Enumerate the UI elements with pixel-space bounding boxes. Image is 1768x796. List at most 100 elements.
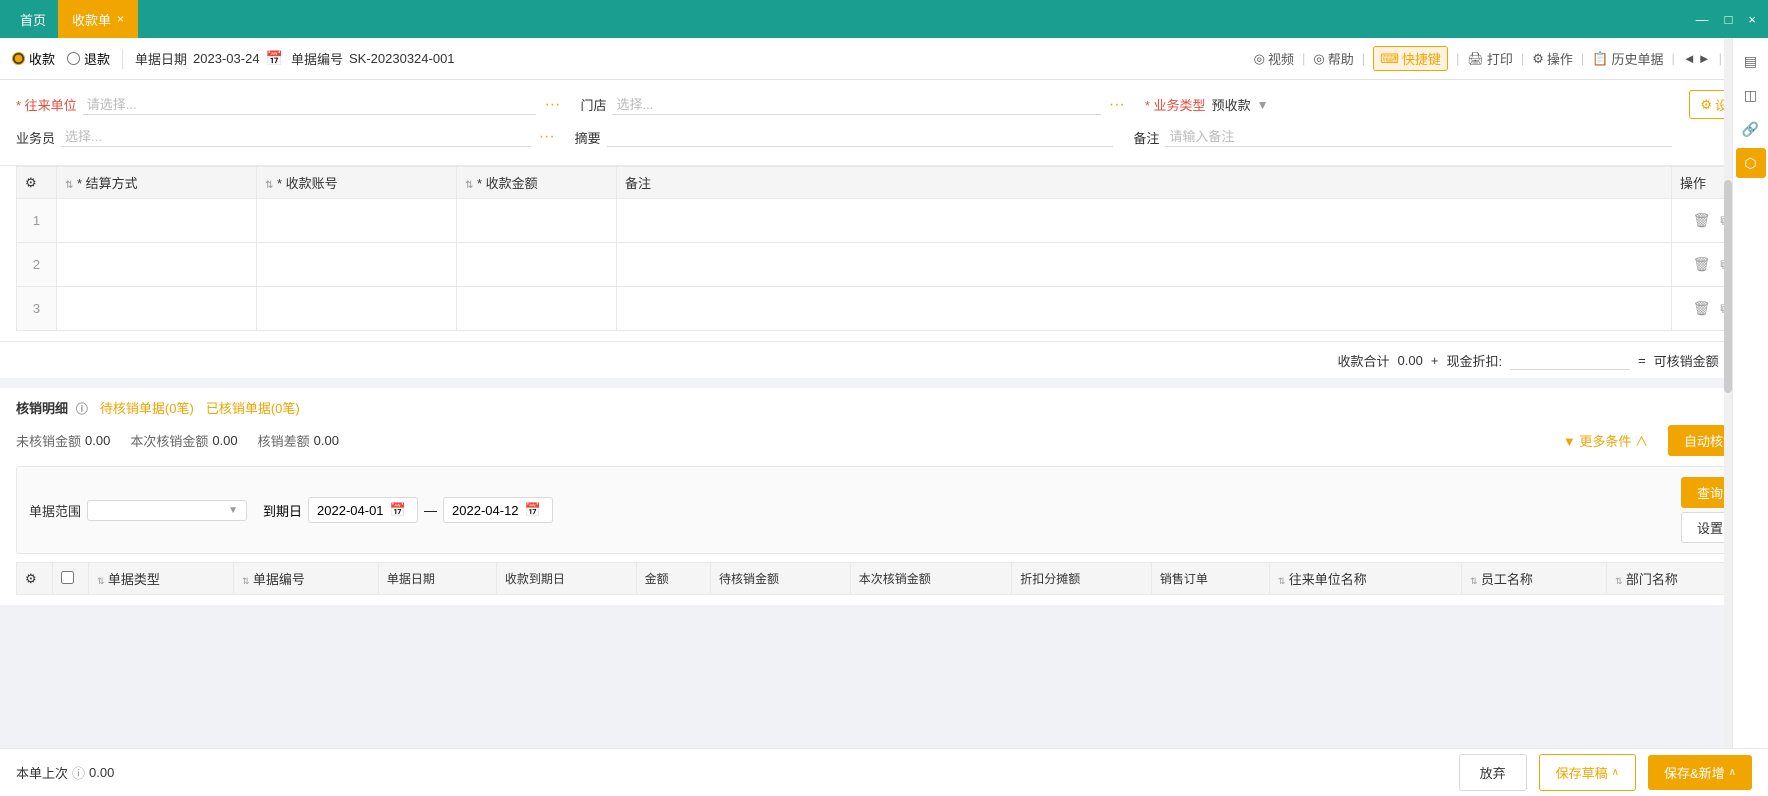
history-action[interactable]: 📋 历史单据 [1592, 49, 1663, 68]
prev-arrow[interactable]: ◄ [1683, 51, 1696, 66]
range-select[interactable]: ▼ [87, 500, 247, 521]
staff-more-icon[interactable]: ··· [539, 128, 555, 146]
date-from-calendar-icon[interactable]: 📅 [390, 502, 406, 518]
reconcile-info-icon[interactable]: ⓘ [76, 402, 88, 416]
nav-tab-close[interactable]: × [117, 12, 124, 26]
row-3-delete-icon[interactable]: 🗑 [1693, 300, 1711, 316]
video-action[interactable]: ◎ 视频 [1254, 49, 1294, 68]
ops-action[interactable]: ⚙ 操作 [1532, 49, 1573, 68]
date-to-input[interactable]: 2022-04-12 📅 [443, 497, 553, 523]
store-more-icon[interactable]: ··· [1109, 96, 1125, 114]
refund-radio[interactable]: 退款 [67, 49, 110, 68]
nav-home[interactable]: 首页 [8, 10, 58, 29]
abandon-btn[interactable]: 放弃 [1459, 754, 1527, 791]
remark-input[interactable] [1165, 127, 1672, 147]
shortcut-action[interactable]: ⌨ 快捷键 [1373, 46, 1448, 71]
scroll-area[interactable] [1724, 38, 1732, 748]
contact-more-icon[interactable]: ··· [544, 96, 560, 114]
shortcut-label: 快捷键 [1402, 49, 1441, 68]
save-new-btn[interactable]: 保存&新增 ∧ [1648, 755, 1752, 790]
table-row: 3 🗑 ⧉ [17, 287, 1752, 331]
sidebar-active-icon[interactable]: ⬡ [1736, 148, 1766, 178]
print-icon: 🖨 [1467, 51, 1484, 67]
summary-input[interactable] [607, 127, 1114, 147]
row-2-delete-icon[interactable]: 🗑 [1693, 256, 1711, 272]
row-2-payment[interactable] [57, 243, 257, 287]
date-from-value: 2022-04-01 [317, 503, 384, 518]
done-tab[interactable]: 已核销单据(0笔) [206, 398, 300, 417]
range-label: 单据范围 [29, 501, 81, 520]
row-3-remark[interactable] [617, 287, 1672, 331]
save-draft-label: 保存草稿 [1556, 763, 1608, 782]
win-close-btn[interactable]: × [1744, 12, 1760, 27]
row-1-account[interactable] [257, 199, 457, 243]
more-conditions-btn[interactable]: ▼ 更多条件 ∧ [1563, 431, 1648, 450]
row-3-payment[interactable] [57, 287, 257, 331]
bill-date-label: 单据日期 [135, 49, 187, 68]
summary-row: 收款合计 0.00 + 现金折扣: = 可核销金额 0.00 [0, 341, 1768, 378]
sidebar-link-icon[interactable]: 🔗 [1736, 114, 1766, 144]
total-label: 收款合计 [1338, 351, 1390, 370]
refund-radio-input[interactable] [67, 52, 80, 65]
col-payment-header: ⇅ * 结算方式 [57, 167, 257, 199]
bottom-select-all[interactable] [61, 571, 74, 584]
row-3-amount[interactable] [457, 287, 617, 331]
sidebar-doc-icon[interactable]: ◫ [1736, 80, 1766, 110]
form-row-2: 业务员 ··· 摘要 备注 [16, 127, 1752, 147]
row-1-remark[interactable] [617, 199, 1672, 243]
table-row: 1 🗑 ⧉ [17, 199, 1752, 243]
scroll-thumb[interactable] [1724, 180, 1732, 393]
pending-tab[interactable]: 待核销单据(0笔) [100, 398, 194, 417]
col-remark-header: 备注 [617, 167, 1672, 199]
row-1-payment[interactable] [57, 199, 257, 243]
last-record-info-icon[interactable]: ⓘ [72, 763, 85, 782]
row-2-account[interactable] [257, 243, 457, 287]
bottom-col-settings[interactable]: ⚙ [17, 563, 53, 595]
reconcile-section: 核销明细 ⓘ 待核销单据(0笔) 已核销单据(0笔) 未核销金额 0.00 本次… [0, 388, 1768, 605]
row-3-account[interactable] [257, 287, 457, 331]
save-draft-btn[interactable]: 保存草稿 ∧ [1539, 754, 1636, 791]
settings-icon: ⚙ [1700, 97, 1712, 113]
staff-input[interactable] [61, 127, 531, 147]
next-arrow[interactable]: ► [1698, 51, 1711, 66]
receipt-table-section: ⚙ ⇅ * 结算方式 ⇅ * 收款账号 ⇅ * 收款金额 备注 操作 [0, 166, 1768, 341]
remark-field: 备注 [1133, 127, 1672, 147]
print-action[interactable]: 🖨 打印 [1467, 49, 1513, 68]
col-settings-header[interactable]: ⚙ [17, 167, 57, 199]
win-max-btn[interactable]: □ [1721, 12, 1737, 27]
bill-no-value: SK-20230324-001 [349, 51, 455, 66]
store-input[interactable] [612, 95, 1100, 115]
current-stat: 本次核销金额 0.00 [130, 431, 237, 450]
toolbar: 收款 退款 单据日期 2023-03-24 📅 单据编号 SK-20230324… [0, 38, 1768, 80]
bill-date-calendar-icon[interactable]: 📅 [266, 50, 283, 67]
receipt-radio[interactable]: 收款 [12, 49, 55, 68]
filter-row: 单据范围 ▼ 到期日 2022-04-01 📅 — 2022-04-12 📅 查… [16, 466, 1752, 554]
diff-stat: 核销差额 0.00 [258, 431, 339, 450]
diff-label: 核销差额 [258, 431, 310, 450]
reconcile-header: 核销明细 ⓘ 待核销单据(0笔) 已核销单据(0笔) [16, 398, 1752, 417]
help-icon: ◎ [1313, 51, 1324, 67]
win-min-btn[interactable]: — [1692, 12, 1713, 27]
bottom-col-bill-date: 单据日期 [378, 563, 496, 595]
top-nav: 首页 收款单 × — □ × [0, 0, 1768, 38]
nav-tab-receipt[interactable]: 收款单 × [58, 0, 138, 38]
row-2-amount[interactable] [457, 243, 617, 287]
col-account-header: ⇅ * 收款账号 [257, 167, 457, 199]
row-num-3: 3 [17, 287, 57, 331]
biz-type-dropdown[interactable]: ▼ [1257, 98, 1269, 112]
date-to-calendar-icon[interactable]: 📅 [525, 502, 541, 518]
sidebar-table-icon[interactable]: ▤ [1736, 46, 1766, 76]
summary-field: 摘要 [575, 127, 1114, 147]
date-from-input[interactable]: 2022-04-01 📅 [308, 497, 418, 523]
form-row-1: * 往来单位 ··· 门店 ··· * 业务类型 预收款 ▼ ⚙ 设置 [16, 90, 1752, 119]
nav-arrows: ◄ ► [1683, 51, 1711, 66]
contact-input[interactable] [83, 95, 537, 115]
uncancelled-stat: 未核销金额 0.00 [16, 431, 110, 450]
row-1-delete-icon[interactable]: 🗑 [1693, 212, 1711, 228]
receipt-table: ⚙ ⇅ * 结算方式 ⇅ * 收款账号 ⇅ * 收款金额 备注 操作 [16, 166, 1752, 331]
row-1-amount[interactable] [457, 199, 617, 243]
row-2-remark[interactable] [617, 243, 1672, 287]
help-action[interactable]: ◎ 帮助 [1313, 49, 1353, 68]
discount-input[interactable] [1510, 350, 1630, 370]
receipt-radio-input[interactable] [12, 52, 25, 65]
